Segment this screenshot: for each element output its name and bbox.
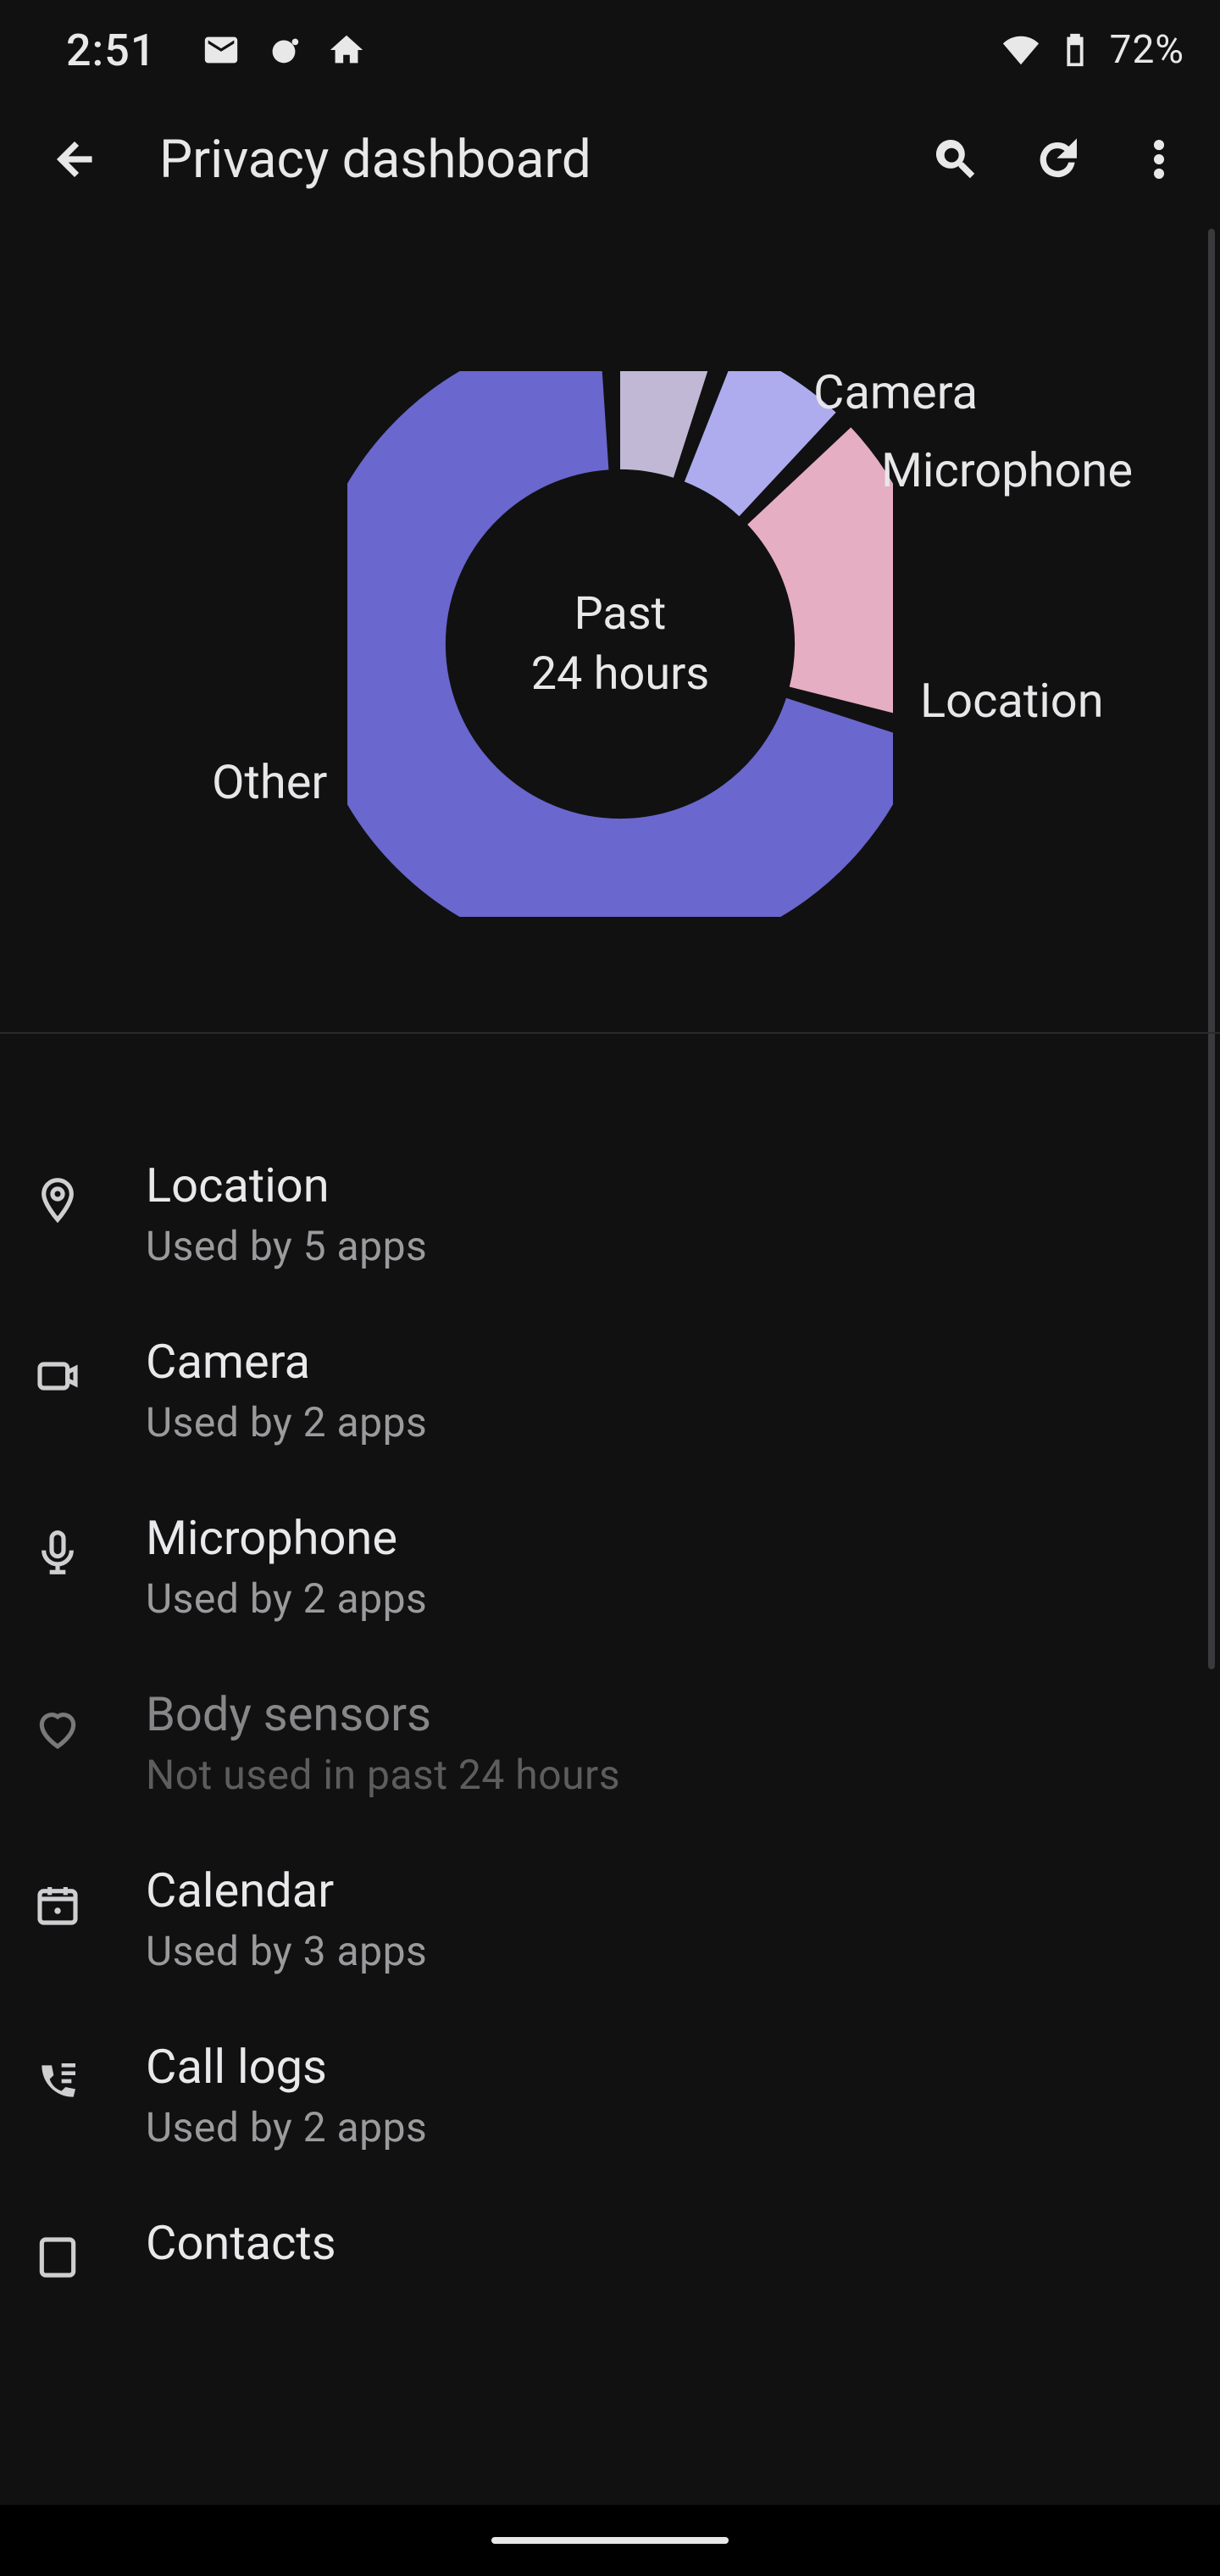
chart-label-microphone: Microphone xyxy=(881,442,1133,498)
app-bar: Privacy dashboard xyxy=(0,85,1220,229)
home-icon xyxy=(327,31,366,69)
contacts-icon xyxy=(24,2223,92,2291)
permission-row-camera[interactable]: Camera Used by 2 apps xyxy=(0,1303,1220,1480)
mail-icon xyxy=(202,31,241,69)
microphone-icon xyxy=(24,1518,92,1586)
permission-title: Camera xyxy=(146,1334,427,1390)
refresh-icon xyxy=(1033,135,1082,184)
permission-title: Contacts xyxy=(146,2215,336,2271)
permission-title: Microphone xyxy=(146,1510,427,1566)
permission-sub: Used by 3 apps xyxy=(146,1927,427,1975)
permission-sub: Used by 5 apps xyxy=(146,1222,427,1270)
chart-label-other: Other xyxy=(212,754,327,810)
content: Past 24 hours Camera Microphone Location… xyxy=(0,229,1220,2291)
status-battery-pct: 72% xyxy=(1110,27,1184,73)
permission-row-contacts[interactable]: Contacts xyxy=(0,2185,1220,2291)
status-bar: 2:51 72% xyxy=(0,0,1220,85)
heart-icon xyxy=(24,1695,92,1763)
permission-row-body-sensors[interactable]: Body sensors Not used in past 24 hours xyxy=(0,1656,1220,1832)
reddit-icon xyxy=(264,31,303,69)
home-handle[interactable] xyxy=(491,2537,729,2544)
permission-row-calendar[interactable]: Calendar Used by 3 apps xyxy=(0,1832,1220,2008)
chart-label-location: Location xyxy=(920,673,1104,729)
search-button[interactable] xyxy=(915,119,996,200)
page-title: Privacy dashboard xyxy=(159,129,591,191)
battery-icon xyxy=(1056,31,1095,69)
search-icon xyxy=(931,135,980,184)
donut-center-label: Past 24 hours xyxy=(347,371,893,917)
permission-row-location[interactable]: Location Used by 5 apps xyxy=(0,1127,1220,1303)
permission-title: Location xyxy=(146,1158,427,1213)
back-button[interactable] xyxy=(34,119,115,200)
arrow-left-icon xyxy=(50,135,99,184)
overflow-menu-button[interactable] xyxy=(1118,119,1200,200)
permission-row-microphone[interactable]: Microphone Used by 2 apps xyxy=(0,1480,1220,1656)
refresh-button[interactable] xyxy=(1017,119,1098,200)
permission-sub: Used by 2 apps xyxy=(146,1574,427,1623)
location-pin-icon xyxy=(24,1166,92,1234)
permission-sub: Not used in past 24 hours xyxy=(146,1751,620,1799)
call-log-icon xyxy=(24,2047,92,2115)
permission-row-call-logs[interactable]: Call logs Used by 2 apps xyxy=(0,2008,1220,2185)
permission-sub: Used by 2 apps xyxy=(146,1398,427,1446)
wifi-icon xyxy=(1001,31,1040,69)
calendar-icon xyxy=(24,1871,92,1939)
camera-icon xyxy=(24,1342,92,1410)
permission-title: Body sensors xyxy=(146,1686,620,1742)
permission-sub: Used by 2 apps xyxy=(146,2103,427,2151)
usage-donut-chart: Past 24 hours Camera Microphone Location… xyxy=(0,254,1220,1034)
chart-label-camera: Camera xyxy=(813,364,978,420)
status-time: 2:51 xyxy=(66,25,156,76)
permission-title: Calendar xyxy=(146,1863,427,1918)
permission-title: Call logs xyxy=(146,2039,427,2095)
gesture-nav-bar[interactable] xyxy=(0,2505,1220,2576)
permission-list: Location Used by 5 apps Camera Used by 2… xyxy=(0,1034,1220,2291)
more-vertical-icon xyxy=(1134,135,1184,184)
